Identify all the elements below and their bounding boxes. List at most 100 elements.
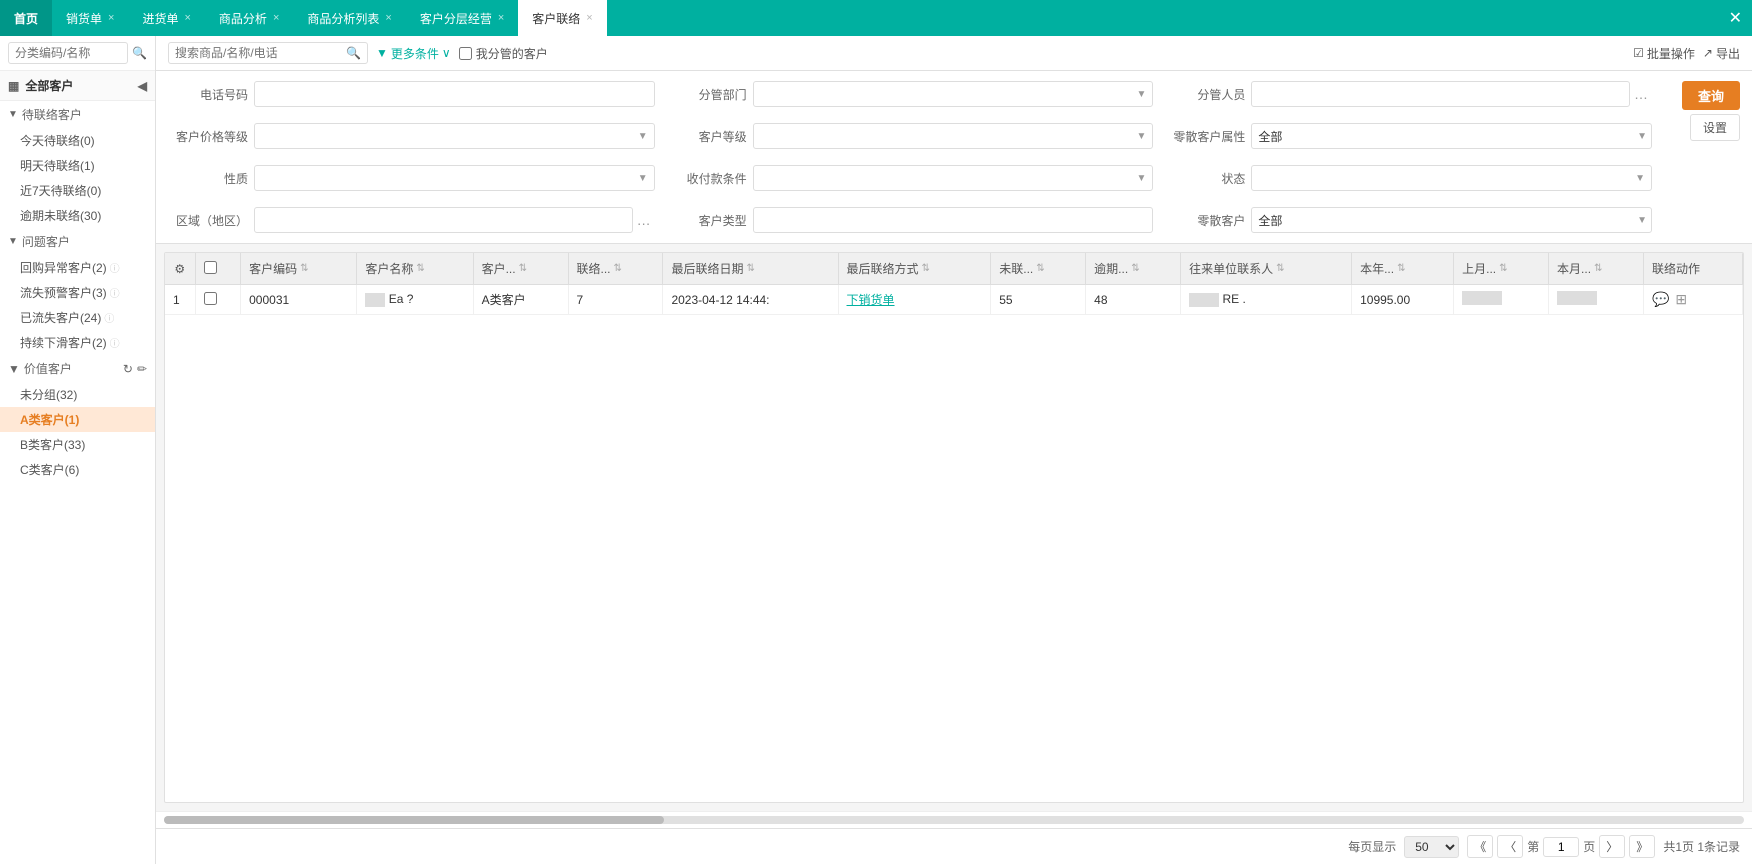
nav-tab-analysis-list[interactable]: 商品分析列表 × (293, 0, 405, 36)
filter-price-level-label: 客户价格等级 (168, 128, 248, 145)
filter-region-select[interactable] (254, 207, 633, 233)
nav-tab-sales-label: 销货单 (66, 10, 102, 27)
row-checkbox[interactable] (204, 292, 217, 305)
per-page-select[interactable]: 50 100 200 (1404, 836, 1459, 858)
th-level-sort[interactable]: ⇅ (519, 263, 527, 274)
filter-more-btn[interactable]: ▼ 更多条件 ∨ (376, 45, 451, 62)
sidebar-problem-customers-group[interactable]: ▼ 问题客户 (0, 228, 155, 255)
export-btn-label: 导出 (1716, 45, 1740, 62)
export-btn[interactable]: ↗ 导出 (1703, 45, 1740, 62)
filter-nature-select[interactable]: ▼ (254, 165, 655, 191)
toolbar-search-input[interactable] (175, 46, 346, 60)
nav-tab-purchase-close[interactable]: × (184, 12, 190, 24)
sidebar-item-c-class-label: C类客户(6) (20, 461, 79, 478)
pagination-last[interactable]: 》 (1629, 835, 1655, 858)
filter-payment-select[interactable]: ▼ (753, 165, 1154, 191)
sidebar-item-a-class[interactable]: A类客户(1) (0, 407, 155, 432)
sidebar-search-input[interactable] (8, 42, 128, 64)
sidebar-item-b-class[interactable]: B类客户(33) (0, 432, 155, 457)
th-name-sort[interactable]: ⇅ (416, 263, 424, 274)
filter-customer-level-select[interactable]: ▼ (753, 123, 1154, 149)
nav-tab-analysis-list-close[interactable]: × (385, 12, 391, 24)
th-contact-count-label: 联络... (577, 260, 611, 277)
nav-tab-customer-seg-close[interactable]: × (498, 12, 504, 24)
sidebar-search-icon[interactable]: 🔍 (132, 46, 147, 60)
filter-retail-attr-arrow: ▼ (1637, 131, 1651, 142)
value-refresh-icon[interactable]: ↻ (123, 362, 133, 376)
th-contact-count-sort[interactable]: ⇅ (614, 263, 622, 274)
sidebar-item-c-class[interactable]: C类客户(6) (0, 457, 155, 482)
pagination-next[interactable]: 〉 (1599, 835, 1625, 858)
action-qr-icon[interactable]: ⊞ (1675, 291, 1687, 308)
toolbar-search-container: 🔍 (168, 42, 368, 64)
sidebar-item-ungrouped[interactable]: 未分组(32) (0, 382, 155, 407)
th-this-year-sort[interactable]: ⇅ (1397, 263, 1405, 274)
toolbar: 🔍 ▼ 更多条件 ∨ 我分管的客户 ☑ 批量操作 ↗ 导出 (156, 36, 1752, 71)
info-icon-1: ⓘ (110, 285, 120, 300)
th-contact-person-label: 往来单位联系人 (1189, 260, 1273, 277)
filter-retail-attr-label: 零散客户属性 (1165, 128, 1245, 145)
filter-phone-input[interactable] (254, 81, 655, 107)
sidebar-item-declining[interactable]: 持续下滑客户(2) ⓘ (0, 330, 155, 355)
my-customers-checkbox[interactable] (459, 47, 472, 60)
sidebar-item-abnormal-repurchase[interactable]: 回购异常客户(2) ⓘ (0, 255, 155, 280)
sidebar-item-7days[interactable]: 近7天待联络(0) (0, 178, 155, 203)
filter-region-more[interactable]: … (633, 212, 655, 228)
value-customers-label: 价值客户 (24, 360, 72, 377)
nav-tab-analysis[interactable]: 商品分析 × (205, 0, 293, 36)
nav-tab-customer-seg[interactable]: 客户分层经营 × (406, 0, 518, 36)
sidebar-collapse-icon[interactable]: ◀ (138, 79, 147, 93)
sidebar-item-overdue[interactable]: 逾期未联络(30) (0, 203, 155, 228)
sidebar-item-ungrouped-label: 未分组(32) (20, 386, 77, 403)
th-uncontacted-sort[interactable]: ⇅ (1036, 263, 1044, 274)
th-last-method-sort[interactable]: ⇅ (922, 263, 930, 274)
th-overdue-sort[interactable]: ⇅ (1131, 263, 1139, 274)
sidebar-item-today[interactable]: 今天待联络(0) (0, 128, 155, 153)
sidebar-item-tomorrow[interactable]: 明天待联络(1) (0, 153, 155, 178)
sidebar-item-churn-warning[interactable]: 流失预警客户(3) ⓘ (0, 280, 155, 305)
nav-tab-home[interactable]: 首页 (0, 0, 52, 36)
filter-status-select[interactable]: ▼ (1251, 165, 1652, 191)
nav-tab-analysis-close[interactable]: × (273, 12, 279, 24)
query-button[interactable]: 查询 (1682, 81, 1740, 110)
th-last-date-sort[interactable]: ⇅ (746, 263, 754, 274)
filter-person-select[interactable] (1251, 81, 1630, 107)
sidebar-all-customers-header[interactable]: ▦ 全部客户 ◀ (0, 71, 155, 101)
filter-dept-select[interactable]: ▼ (753, 81, 1154, 107)
nav-tab-sales[interactable]: 销货单 × (52, 0, 128, 36)
nav-tab-sales-close[interactable]: × (108, 12, 114, 24)
nav-tab-purchase[interactable]: 进货单 × (128, 0, 204, 36)
th-contact-person-sort[interactable]: ⇅ (1276, 263, 1284, 274)
nav-close-all[interactable]: ✕ (1729, 8, 1742, 28)
nav-tab-customer-contact-close[interactable]: × (586, 12, 592, 24)
batch-btn[interactable]: ☑ 批量操作 (1633, 45, 1695, 62)
value-edit-icon[interactable]: ✏ (137, 362, 147, 376)
contact-person-placeholder (1189, 293, 1219, 307)
th-last-month-sort[interactable]: ⇅ (1499, 263, 1507, 274)
pagination-first[interactable]: 《 (1467, 835, 1493, 858)
filter-nature-arrow: ▼ (638, 173, 648, 184)
settings-button[interactable]: 设置 (1690, 114, 1740, 141)
page-input[interactable] (1543, 837, 1579, 857)
th-code-sort[interactable]: ⇅ (300, 263, 308, 274)
filter-price-level-select[interactable]: ▼ (254, 123, 655, 149)
gear-icon[interactable]: ⚙ (174, 262, 185, 276)
nav-tab-customer-contact[interactable]: 客户联络 × (518, 0, 606, 36)
sidebar-item-churned[interactable]: 已流失客户(24) ⓘ (0, 305, 155, 330)
filter-region-field: 区域（地区） … (168, 207, 655, 233)
toolbar-search-icon[interactable]: 🔍 (346, 46, 361, 60)
filter-retail-attr-select[interactable]: 全部 ▼ (1251, 123, 1652, 149)
select-all-checkbox[interactable] (204, 261, 217, 274)
filter-retail-customer-select[interactable]: 全部 ▼ (1251, 207, 1652, 233)
pagination-nav: 《 〈 第 页 〉 》 (1467, 835, 1655, 858)
sidebar-pending-contact-group[interactable]: ▼ 待联络客户 (0, 101, 155, 128)
sidebar-value-customers-group[interactable]: ▼ 价值客户 ↻ ✏ (0, 355, 155, 382)
filter-customer-type-select[interactable] (753, 207, 1154, 233)
last-contact-method-link[interactable]: 下销货单 (847, 293, 895, 307)
filter-person-more[interactable]: … (1630, 86, 1652, 102)
my-customers-container: 我分管的客户 (459, 45, 548, 62)
th-this-month-sort[interactable]: ⇅ (1594, 263, 1602, 274)
action-chat-icon[interactable]: 💬 (1652, 291, 1669, 308)
scrollbar-thumb[interactable] (164, 816, 664, 824)
pagination-prev[interactable]: 〈 (1497, 835, 1523, 858)
